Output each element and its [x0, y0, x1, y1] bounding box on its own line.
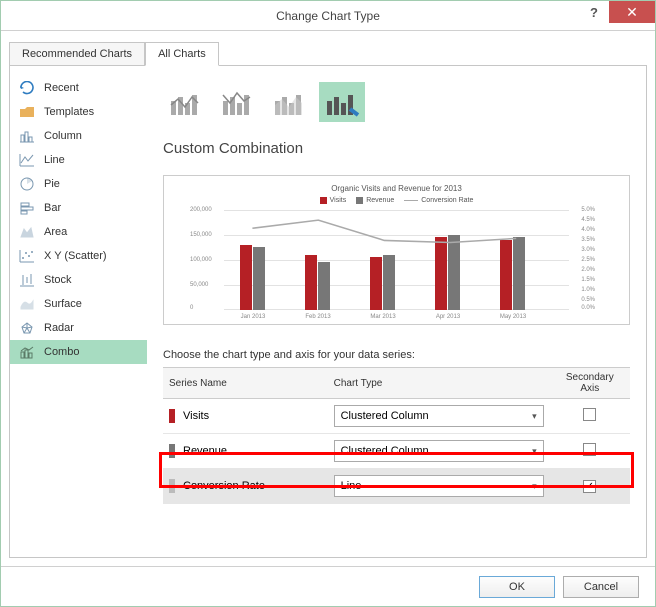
combo-icon: [18, 345, 36, 359]
secondary-axis-checkbox[interactable]: [583, 443, 596, 456]
sidebar-item-label: Combo: [44, 346, 79, 358]
footer: OK Cancel: [1, 566, 655, 606]
combo-thumb-1[interactable]: [163, 82, 209, 122]
chevron-down-icon: ▾: [532, 446, 537, 457]
sidebar-item-recent[interactable]: Recent: [10, 76, 147, 100]
help-button[interactable]: ?: [579, 1, 609, 23]
sidebar-item-stock[interactable]: Stock: [10, 268, 147, 292]
series-table-wrap: Series Name Chart Type Secondary Axis Vi…: [163, 367, 630, 504]
pie-icon: [18, 177, 36, 191]
sidebar-item-area[interactable]: Area: [10, 220, 147, 244]
surface-icon: [18, 297, 36, 311]
line-icon: [18, 153, 36, 167]
series-swatch: [169, 444, 175, 458]
subtype-title: Custom Combination: [163, 140, 630, 157]
sidebar-item-label: Area: [44, 226, 67, 238]
sidebar-item-label: Line: [44, 154, 65, 166]
series-swatch: [169, 479, 175, 493]
chart-type-dropdown[interactable]: Line▾: [334, 475, 544, 497]
dialog-window: Change Chart Type ? ✕ Recommended Charts…: [0, 0, 656, 607]
chart-title: Organic Visits and Revenue for 2013: [176, 184, 617, 193]
series-row-conversion: Conversion Rate Line▾ ✓: [163, 469, 630, 504]
sidebar: Recent Templates Column Line Pie Bar Are…: [10, 66, 147, 557]
series-table: Series Name Chart Type Secondary Axis Vi…: [163, 367, 630, 504]
chevron-down-icon: ▾: [532, 411, 537, 422]
window-title: Change Chart Type: [276, 9, 380, 23]
sidebar-item-radar[interactable]: Radar: [10, 316, 147, 340]
main-area: Custom Combination Organic Visits and Re…: [147, 66, 646, 557]
series-name: Conversion Rate: [183, 480, 265, 492]
dialog-content: Recommended Charts All Charts Recent Tem…: [1, 31, 655, 566]
panel: Recent Templates Column Line Pie Bar Are…: [9, 65, 647, 558]
chevron-down-icon: ▾: [532, 481, 537, 492]
series-name: Revenue: [183, 445, 227, 457]
tab-recommended[interactable]: Recommended Charts: [9, 42, 145, 66]
sidebar-item-label: Surface: [44, 298, 82, 310]
bar-icon: [18, 201, 36, 215]
radar-icon: [18, 321, 36, 335]
secondary-axis-checkbox[interactable]: [583, 408, 596, 421]
secondary-axis-checkbox[interactable]: ✓: [583, 480, 596, 493]
series-name: Visits: [183, 410, 209, 422]
tabs: Recommended Charts All Charts: [9, 39, 647, 65]
column-icon: [18, 129, 36, 143]
titlebar: Change Chart Type ? ✕: [1, 1, 655, 31]
combo-thumb-2[interactable]: [215, 82, 261, 122]
col-secondary-axis: Secondary Axis: [550, 368, 630, 399]
tab-all[interactable]: All Charts: [145, 42, 219, 66]
chart-body: 200,000 150,000 100,000 50,000 0 5.0% 4.…: [196, 210, 597, 310]
sidebar-item-label: Pie: [44, 178, 60, 190]
sidebar-item-line[interactable]: Line: [10, 148, 147, 172]
recent-icon: [18, 81, 36, 95]
chart-preview: Organic Visits and Revenue for 2013 Visi…: [163, 175, 630, 325]
templates-icon: [18, 105, 36, 119]
sidebar-item-label: X Y (Scatter): [44, 250, 107, 262]
ok-button[interactable]: OK: [479, 576, 555, 598]
stock-icon: [18, 273, 36, 287]
chart-type-dropdown[interactable]: Clustered Column▾: [334, 405, 544, 427]
series-row-revenue: Revenue Clustered Column▾: [163, 434, 630, 469]
close-button[interactable]: ✕: [609, 1, 655, 23]
sidebar-item-surface[interactable]: Surface: [10, 292, 147, 316]
chart-type-dropdown[interactable]: Clustered Column▾: [334, 440, 544, 462]
sidebar-item-label: Recent: [44, 82, 79, 94]
series-swatch: [169, 409, 175, 423]
sidebar-item-templates[interactable]: Templates: [10, 100, 147, 124]
sidebar-item-combo[interactable]: Combo: [10, 340, 147, 364]
sidebar-item-column[interactable]: Column: [10, 124, 147, 148]
window-buttons: ? ✕: [579, 1, 655, 23]
sidebar-item-scatter[interactable]: X Y (Scatter): [10, 244, 147, 268]
chart-legend: Visits Revenue Conversion Rate: [176, 197, 617, 204]
sidebar-item-label: Bar: [44, 202, 61, 214]
sidebar-item-label: Column: [44, 130, 82, 142]
sidebar-item-bar[interactable]: Bar: [10, 196, 147, 220]
combo-thumb-custom[interactable]: [319, 82, 365, 122]
scatter-icon: [18, 249, 36, 263]
sidebar-item-label: Stock: [44, 274, 72, 286]
col-series-name: Series Name: [163, 368, 328, 399]
sidebar-item-label: Templates: [44, 106, 94, 118]
cancel-button[interactable]: Cancel: [563, 576, 639, 598]
combo-thumb-3[interactable]: [267, 82, 313, 122]
area-icon: [18, 225, 36, 239]
col-chart-type: Chart Type: [328, 368, 550, 399]
sidebar-item-pie[interactable]: Pie: [10, 172, 147, 196]
combo-subtype-thumbs: [163, 82, 630, 122]
series-row-visits: Visits Clustered Column▾: [163, 399, 630, 434]
sidebar-item-label: Radar: [44, 322, 74, 334]
series-instruction: Choose the chart type and axis for your …: [163, 349, 630, 361]
